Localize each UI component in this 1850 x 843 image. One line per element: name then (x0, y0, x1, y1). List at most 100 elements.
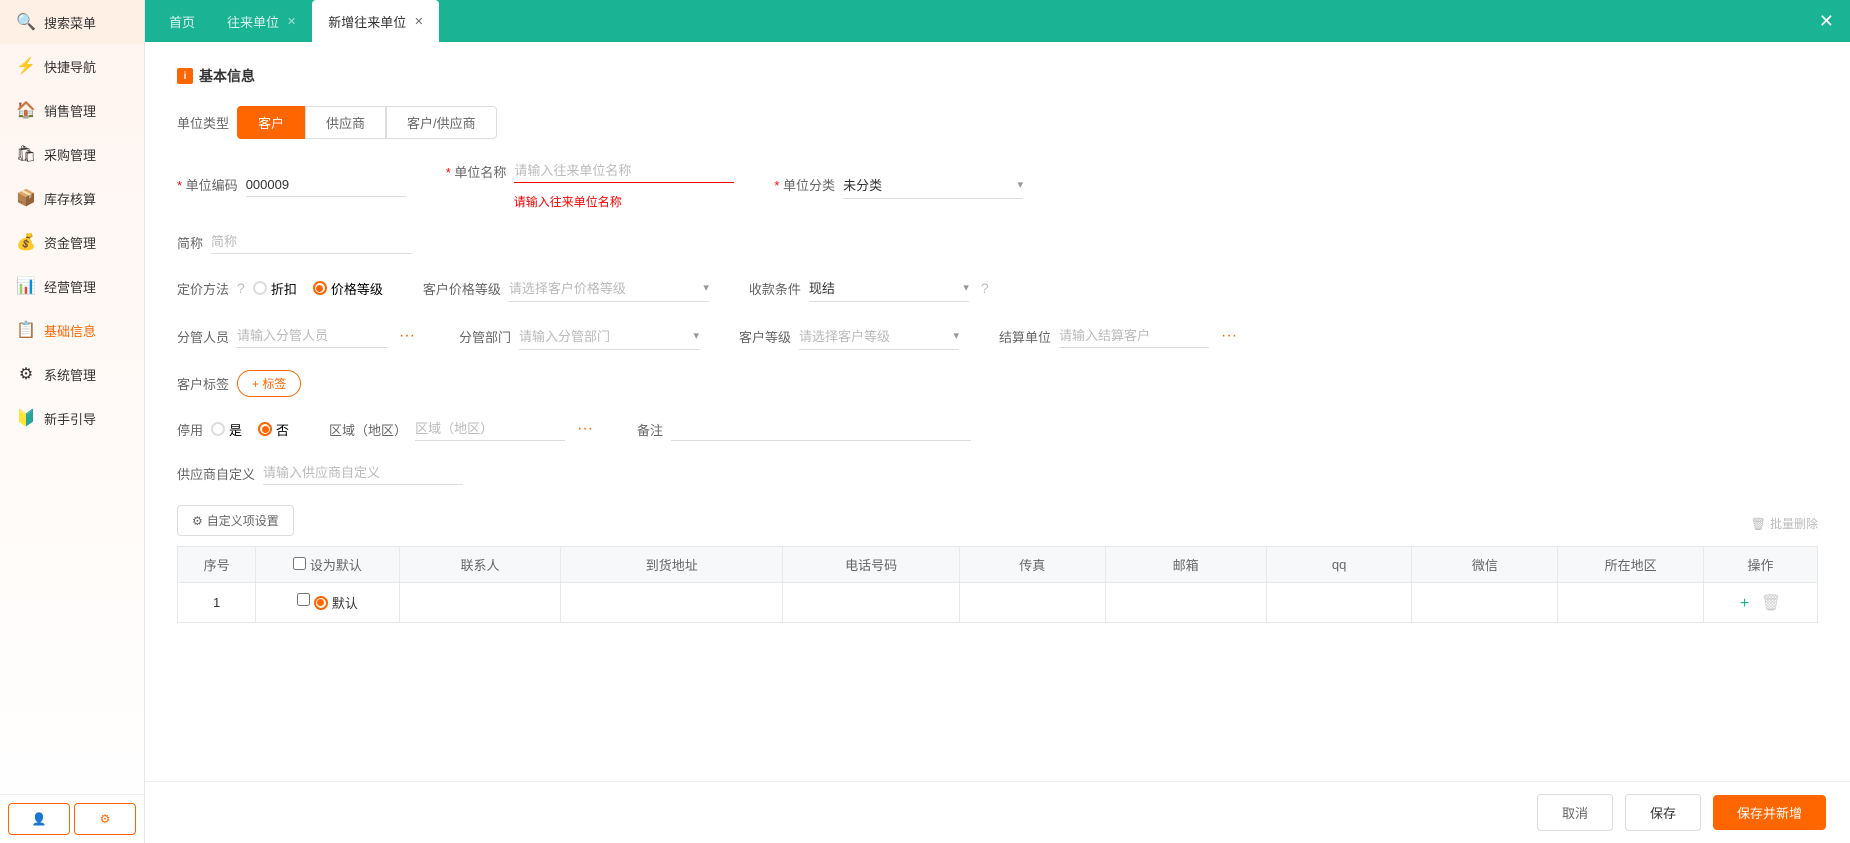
sidebar-item-system[interactable]: ⚙ 系统管理 (0, 352, 144, 396)
unit-category-select[interactable]: 未分类 ▾ (843, 171, 1023, 199)
sidebar-item-label: 搜索菜单 (44, 13, 96, 32)
manager-label: 分管人员 (177, 327, 229, 346)
row-phone[interactable] (783, 583, 959, 623)
region-input[interactable] (415, 417, 565, 441)
row-region-input[interactable] (1596, 591, 1666, 614)
wechat-input[interactable] (1450, 591, 1520, 614)
sidebar-settings-btn[interactable]: ⚙ (74, 803, 136, 835)
pricing-discount-radio[interactable] (253, 281, 267, 295)
row-fax[interactable] (959, 583, 1105, 623)
row-contact[interactable] (399, 583, 560, 623)
payment-info-icon[interactable]: ? (981, 280, 989, 296)
region-group: 区域（地区） ··· (329, 417, 597, 441)
row-qq[interactable] (1266, 583, 1412, 623)
contact-input[interactable] (440, 591, 520, 614)
settlement-more-btn[interactable]: ··· (1217, 327, 1241, 345)
pricing-discount[interactable]: 折扣 (253, 279, 297, 298)
address-input[interactable] (612, 591, 732, 614)
row-default-radio[interactable]: 默认 (314, 593, 358, 612)
col-email: 邮箱 (1105, 547, 1266, 583)
cancel-button[interactable]: 取消 (1537, 794, 1613, 831)
save-new-button[interactable]: 保存并新增 (1713, 795, 1826, 830)
tab-home[interactable]: 首页 (153, 0, 211, 42)
sidebar-item-operations[interactable]: 📊 经营管理 (0, 264, 144, 308)
row-region[interactable] (1558, 583, 1704, 623)
bottom-bar: 取消 保存 保存并新增 (145, 781, 1850, 843)
row-address[interactable] (561, 583, 783, 623)
tab-partners-close[interactable]: ✕ (287, 15, 296, 28)
remark-group: 备注 (637, 417, 971, 441)
supplier-custom-input[interactable] (263, 461, 463, 485)
region-label: 区域（地区） (329, 420, 407, 439)
unit-type-both[interactable]: 客户/供应商 (386, 106, 497, 139)
unit-code-input[interactable] (246, 173, 406, 197)
pricing-method-label: 定价方法 (177, 279, 229, 298)
payment-terms-select[interactable]: 现结 ▾ (809, 274, 969, 302)
disabled-no-radio[interactable] (258, 422, 272, 436)
sidebar-bottom: 👤 ⚙ (0, 794, 144, 843)
supplier-custom-row: 供应商自定义 (177, 461, 1818, 485)
disabled-yes[interactable]: 是 (211, 420, 242, 439)
pricing-level[interactable]: 价格等级 (313, 279, 383, 298)
batch-delete-button[interactable]: 🗑 批量删除 (1751, 515, 1818, 532)
disabled-yes-radio[interactable] (211, 422, 225, 436)
manager-more-btn[interactable]: ··· (395, 327, 419, 345)
phone-input[interactable] (826, 591, 916, 614)
remark-label: 备注 (637, 420, 663, 439)
row-email[interactable] (1105, 583, 1266, 623)
add-row-btn[interactable]: + (1736, 595, 1753, 612)
settlement-unit-input[interactable] (1059, 324, 1209, 348)
sidebar-item-label: 库存核算 (44, 189, 96, 208)
customer-price-level-select[interactable]: 请选择客户价格等级 ▾ (509, 274, 709, 302)
pricing-info-icon[interactable]: ? (237, 280, 245, 296)
abbreviation-input[interactable] (211, 230, 411, 254)
sidebar-item-guide[interactable]: 🔰 新手引导 (0, 396, 144, 440)
chevron-down-icon: ▾ (703, 281, 709, 294)
sidebar-bottom-btn[interactable]: 👤 (8, 803, 70, 835)
tab-partners[interactable]: 往来单位 ✕ (211, 0, 312, 42)
sidebar-item-search[interactable]: 🔍 搜索菜单 (0, 0, 144, 44)
sidebar-item-inventory[interactable]: 📦 库存核算 (0, 176, 144, 220)
sidebar-item-sales[interactable]: 🏠 销售管理 (0, 88, 144, 132)
row-default-cell: 默认 (256, 583, 400, 623)
customer-price-level-label: 客户价格等级 (423, 279, 501, 298)
unit-name-group: 单位名称 请输入往来单位名称 (446, 159, 735, 210)
sidebar-item-finance[interactable]: 💰 资金管理 (0, 220, 144, 264)
manager-input[interactable] (237, 324, 387, 348)
sidebar-item-label: 新手引导 (44, 409, 96, 428)
section-icon: i (177, 68, 193, 84)
section-title: i 基本信息 (177, 66, 1818, 86)
region-more-btn[interactable]: ··· (573, 420, 597, 438)
sidebar-item-purchase[interactable]: 🛍 采购管理 (0, 132, 144, 176)
unit-type-supplier[interactable]: 供应商 (305, 106, 386, 139)
row-checkbox[interactable] (297, 593, 310, 606)
save-button[interactable]: 保存 (1625, 794, 1701, 831)
qq-input[interactable] (1304, 591, 1374, 614)
table-section: ⚙ 自定义项设置 🗑 批量删除 序号 设为默认 联系人 (177, 505, 1818, 623)
unit-name-input[interactable] (514, 159, 734, 183)
tab-bar-close-all[interactable]: ✕ (1811, 11, 1842, 32)
add-tag-button[interactable]: + 标签 (237, 370, 301, 397)
del-row-btn[interactable]: 🗑 (1757, 595, 1785, 612)
custom-settings-button[interactable]: ⚙ 自定义项设置 (177, 505, 294, 536)
tab-new-partner-close[interactable]: ✕ (414, 15, 423, 28)
department-group: 分管部门 请输入分管部门 ▾ (459, 322, 699, 350)
row-wechat[interactable] (1412, 583, 1558, 623)
sidebar-item-quick-nav[interactable]: ⚡ 快捷导航 (0, 44, 144, 88)
tab-new-partner[interactable]: 新增往来单位 ✕ (312, 0, 439, 42)
disabled-no[interactable]: 否 (258, 420, 289, 439)
col-contact: 联系人 (399, 547, 560, 583)
email-input[interactable] (1146, 591, 1226, 614)
customer-level-select[interactable]: 请选择客户等级 ▾ (799, 322, 959, 350)
pricing-method-group: 定价方法 ? 折扣 价格等级 (177, 279, 383, 298)
sidebar-item-basic[interactable]: 📋 基础信息 (0, 308, 144, 352)
col-qq: qq (1266, 547, 1412, 583)
pricing-row: 定价方法 ? 折扣 价格等级 客户价格等级 请选择客户价格等级 (177, 274, 1818, 302)
department-select[interactable]: 请输入分管部门 ▾ (519, 322, 699, 350)
unit-type-customer[interactable]: 客户 (237, 106, 305, 139)
unit-category-label: 单位分类 (774, 175, 835, 194)
pricing-level-radio[interactable] (313, 281, 327, 295)
remark-input[interactable] (671, 417, 971, 441)
fax-input[interactable] (997, 591, 1067, 614)
select-all-checkbox[interactable] (293, 557, 306, 570)
